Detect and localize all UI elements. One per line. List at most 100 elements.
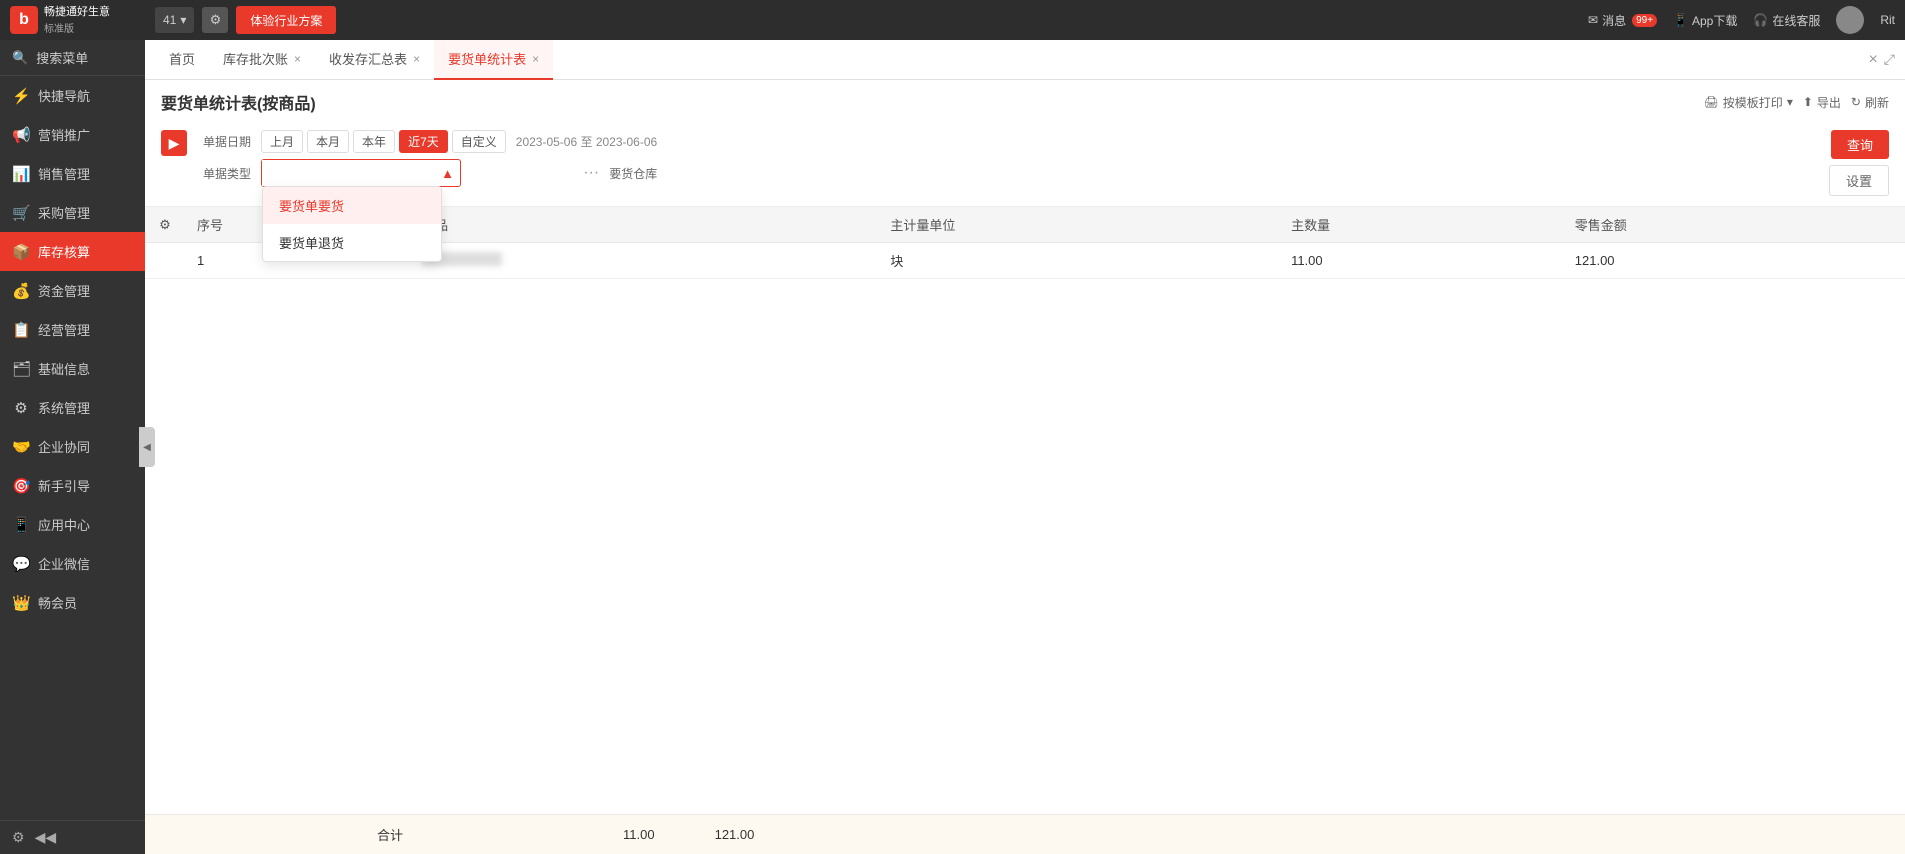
gear-button[interactable]: ⚙ xyxy=(202,7,228,33)
custom-btn[interactable]: 自定义 xyxy=(452,130,506,153)
tab-receive-summary-label: 收发存汇总表 xyxy=(329,49,407,68)
total-quantity: 11.00 xyxy=(623,827,655,842)
sidebar: 🔍 搜索菜单 ⚡ 快捷导航 📢 营销推广 📊 销售管理 🛒 采购管理 📦 xyxy=(0,40,145,854)
th-settings[interactable]: ⚙ xyxy=(145,207,185,243)
sidebar-label-inventory: 库存核算 xyxy=(38,242,90,261)
sidebar-label-operations: 经营管理 xyxy=(38,320,90,339)
sidebar-item-basic-info[interactable]: 🗂 基础信息 xyxy=(0,349,145,388)
sidebar-item-operations[interactable]: 📋 经营管理 xyxy=(0,310,145,349)
messages-badge: 99+ xyxy=(1632,14,1657,27)
filter-row-type: 单据类型 ▲ 要货单要货 要货单退货 ··· 要货仓库 xyxy=(203,159,657,187)
query-btn[interactable]: 查询 xyxy=(1831,130,1889,159)
user-name: Rit xyxy=(1880,13,1895,27)
sidebar-label-membership: 畅会员 xyxy=(38,593,77,612)
search-icon: 🔍 xyxy=(12,50,28,66)
date-range-display: 2023-05-06 至 2023-06-06 xyxy=(516,133,657,150)
crown-icon: 👑 xyxy=(12,594,30,612)
sidebar-item-marketing[interactable]: 📢 营销推广 xyxy=(0,115,145,154)
row-checkbox-cell xyxy=(145,243,185,279)
online-service-label: 在线客服 xyxy=(1772,12,1820,29)
dropdown-item-yh-single[interactable]: 要货单要货 xyxy=(263,187,441,224)
folder-icon: 🗂 xyxy=(12,360,30,378)
doc-type-input-wrap[interactable]: ▲ 要货单要货 要货单退货 xyxy=(261,159,461,187)
sidebar-item-enterprise[interactable]: 🤝 企业协同 xyxy=(0,427,145,466)
filter-settings-btn[interactable]: 设置 xyxy=(1829,165,1889,196)
tab-order-stats-close[interactable]: × xyxy=(532,52,539,66)
close-all-tabs-btn[interactable]: × xyxy=(1868,51,1877,69)
doc-type-input[interactable] xyxy=(262,160,435,186)
logo-icon: b xyxy=(10,6,38,34)
row-unit: 块 xyxy=(878,243,1279,279)
sidebar-item-sales[interactable]: 📊 销售管理 xyxy=(0,154,145,193)
settings-bottom-icon[interactable]: ⚙ xyxy=(12,829,25,846)
user-avatar[interactable] xyxy=(1836,6,1864,34)
this-month-btn[interactable]: 本月 xyxy=(307,130,349,153)
tab-order-stats-label: 要货单统计表 xyxy=(448,49,526,68)
tab-receive-summary-close[interactable]: × xyxy=(413,52,420,66)
filter-toggle-btn[interactable]: ▶ xyxy=(161,130,187,156)
page-header: 要货单统计表(按商品) 🖨 按模板打印 ▾ ⬆ 导出 ↻ 刷新 xyxy=(145,80,1905,120)
th-product: 商品 xyxy=(410,207,878,243)
sidebar-label-system: 系统管理 xyxy=(38,398,90,417)
sidebar-collapse-btn[interactable]: ◀ xyxy=(139,427,155,467)
last-month-btn[interactable]: 上月 xyxy=(261,130,303,153)
warehouse-label: 要货仓库 xyxy=(609,165,657,182)
sidebar-item-app-center[interactable]: 📱 应用中心 xyxy=(0,505,145,544)
filter-right-actions: 查询 设置 xyxy=(1829,130,1889,196)
dropdown-item-yh-return[interactable]: 要货单退货 xyxy=(263,224,441,261)
tab-order-stats[interactable]: 要货单统计表 × xyxy=(434,40,553,80)
tab-bar-right: × ⤢ xyxy=(1868,51,1895,69)
message-icon: ✉ xyxy=(1588,13,1598,27)
sidebar-item-purchase[interactable]: 🛒 采购管理 xyxy=(0,193,145,232)
doc-type-label: 单据类型 xyxy=(203,165,251,182)
sidebar-item-newbie[interactable]: 🎯 新手引导 xyxy=(0,466,145,505)
column-settings-icon[interactable]: ⚙ xyxy=(159,217,171,232)
row-quantity: 11.00 xyxy=(1279,243,1563,279)
sidebar-item-quick-nav[interactable]: ⚡ 快捷导航 xyxy=(0,76,145,115)
filter-row-date: 单据日期 上月 本月 本年 近7天 自定义 2023-05-06 至 2023-… xyxy=(203,130,657,153)
messages-btn[interactable]: ✉ 消息 99+ xyxy=(1588,12,1657,29)
online-service-btn[interactable]: 🎧 在线客服 xyxy=(1753,12,1820,29)
total-row: 合计 11.00 121.00 xyxy=(145,814,1905,854)
top-header: b 畅捷通好生意 标准版 41 ▾ ⚙ 体验行业方案 ✉ 消息 99+ 📱 Ap… xyxy=(0,0,1905,40)
sidebar-item-membership[interactable]: 👑 畅会员 xyxy=(0,583,145,622)
sidebar-item-search[interactable]: 🔍 搜索菜单 xyxy=(0,40,145,76)
sidebar-item-inventory[interactable]: 📦 库存核算 xyxy=(0,232,145,271)
page-actions: 🖨 按模板打印 ▾ ⬆ 导出 ↻ 刷新 xyxy=(1704,94,1889,111)
money-icon: 💰 xyxy=(12,282,30,300)
doc-type-chevron-up[interactable]: ▲ xyxy=(435,166,460,181)
date-label: 单据日期 xyxy=(203,133,251,150)
th-unit: 主计量单位 xyxy=(878,207,1279,243)
sidebar-item-system[interactable]: ⚙ 系统管理 xyxy=(0,388,145,427)
page-content: 要货单统计表(按商品) 🖨 按模板打印 ▾ ⬆ 导出 ↻ 刷新 xyxy=(145,80,1905,854)
app-download-btn[interactable]: 📱 App下载 xyxy=(1673,12,1737,29)
content-area: 首页 库存批次账 × 收发存汇总表 × 要货单统计表 × × ⤢ xyxy=(145,40,1905,854)
print-label: 按模板打印 xyxy=(1723,94,1783,111)
collapse-icon[interactable]: ◀◀ xyxy=(35,829,57,846)
this-year-btn[interactable]: 本年 xyxy=(353,130,395,153)
sidebar-label-marketing: 营销推广 xyxy=(38,125,90,144)
target-icon: 🎯 xyxy=(12,477,30,495)
tab-receive-summary[interactable]: 收发存汇总表 × xyxy=(315,40,434,80)
tab-batch-ledger-close[interactable]: × xyxy=(294,52,301,66)
tab-bar: 首页 库存批次账 × 收发存汇总表 × 要货单统计表 × × ⤢ xyxy=(145,40,1905,80)
industry-btn[interactable]: 体验行业方案 xyxy=(236,6,336,34)
main-layout: 🔍 搜索菜单 ⚡ 快捷导航 📢 营销推广 📊 销售管理 🛒 采购管理 📦 xyxy=(0,40,1905,854)
export-btn[interactable]: ⬆ 导出 xyxy=(1803,94,1841,111)
tab-batch-ledger[interactable]: 库存批次账 × xyxy=(209,40,315,80)
filter-area: ▶ 单据日期 上月 本月 本年 近7天 自定义 2023-05-06 至 202… xyxy=(145,120,1905,207)
tab-expand-btn[interactable]: ⤢ xyxy=(1884,51,1895,68)
sidebar-label-sales: 销售管理 xyxy=(38,164,90,183)
search-selector[interactable]: 41 ▾ xyxy=(155,7,194,33)
sidebar-item-wechat[interactable]: 💬 企业微信 xyxy=(0,544,145,583)
print-btn[interactable]: 🖨 按模板打印 ▾ xyxy=(1704,94,1793,111)
filter-more-btn[interactable]: ··· xyxy=(583,164,599,182)
date-buttons: 上月 本月 本年 近7天 自定义 xyxy=(261,130,506,153)
refresh-label: 刷新 xyxy=(1865,94,1889,111)
tab-home[interactable]: 首页 xyxy=(155,40,209,80)
last-7days-btn[interactable]: 近7天 xyxy=(399,130,448,153)
sidebar-item-finance[interactable]: 💰 资金管理 xyxy=(0,271,145,310)
refresh-btn[interactable]: ↻ 刷新 xyxy=(1851,94,1889,111)
headset-icon: 🎧 xyxy=(1753,13,1768,27)
sidebar-label-quick-nav: 快捷导航 xyxy=(38,86,90,105)
